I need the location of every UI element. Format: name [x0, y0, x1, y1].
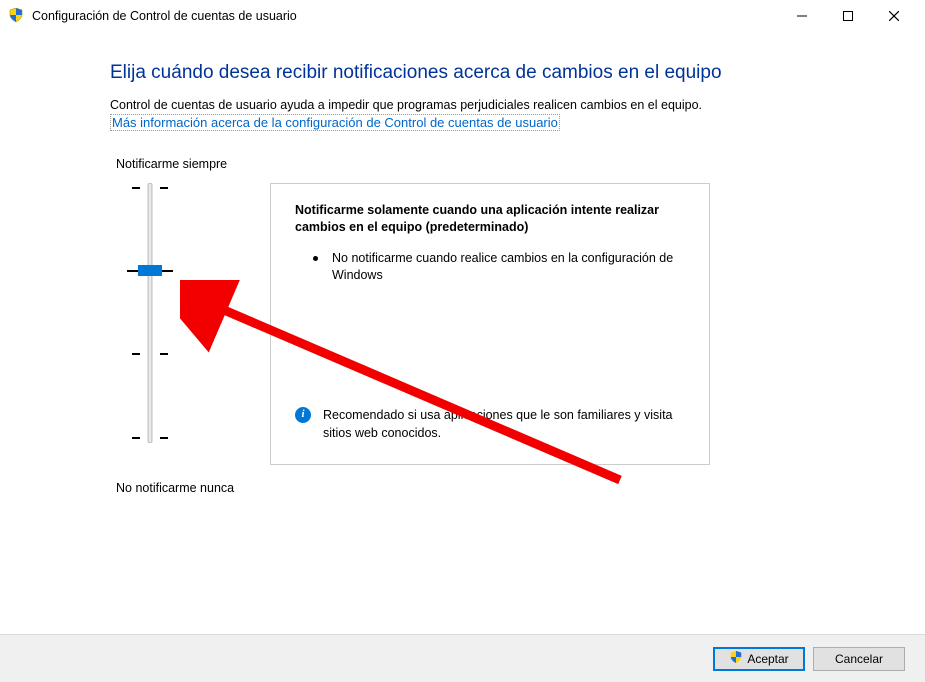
slider-area: Notificarme siempre Notificarme solament…	[110, 157, 835, 495]
cancel-button[interactable]: Cancelar	[813, 647, 905, 671]
uac-shield-icon	[8, 7, 24, 26]
slider-tick	[132, 353, 140, 355]
slider-track	[148, 183, 153, 443]
page-heading: Elija cuándo desea recibir notificacione…	[110, 62, 835, 84]
close-button[interactable]	[871, 1, 917, 31]
bullet-icon	[313, 256, 318, 261]
slider-top-label: Notificarme siempre	[116, 157, 835, 171]
slider-tick	[160, 437, 168, 439]
title-bar: Configuración de Control de cuentas de u…	[0, 0, 925, 32]
cancel-button-label: Cancelar	[835, 652, 883, 666]
slider-thumb[interactable]	[138, 265, 162, 276]
window-title: Configuración de Control de cuentas de u…	[32, 9, 297, 23]
level-bullet-text: No notificarme cuando realice cambios en…	[332, 250, 685, 285]
slider-tick	[160, 353, 168, 355]
slider-bottom-label: No notificarme nunca	[116, 481, 835, 495]
recommendation-text: Recomendado si usa aplicaciones que le s…	[323, 407, 685, 442]
ok-button[interactable]: Aceptar	[713, 647, 805, 671]
recommendation-row: i Recomendado si usa aplicaciones que le…	[295, 407, 685, 442]
more-info-link[interactable]: Más información acerca de la configuraci…	[110, 114, 560, 131]
uac-shield-icon	[729, 650, 743, 667]
minimize-button[interactable]	[779, 1, 825, 31]
ok-button-label: Aceptar	[747, 652, 788, 666]
info-icon: i	[295, 407, 311, 423]
level-title: Notificarme solamente cuando una aplicac…	[295, 202, 685, 236]
slider-tick	[160, 187, 168, 189]
intro-text: Control de cuentas de usuario ayuda a im…	[110, 98, 835, 112]
level-bullet: No notificarme cuando realice cambios en…	[295, 250, 685, 285]
notification-slider[interactable]	[110, 183, 190, 443]
slider-tick	[132, 437, 140, 439]
slider-tick	[132, 187, 140, 189]
level-description-box: Notificarme solamente cuando una aplicac…	[270, 183, 710, 465]
content-area: Elija cuándo desea recibir notificacione…	[0, 32, 925, 505]
dialog-button-bar: Aceptar Cancelar	[0, 634, 925, 682]
maximize-button[interactable]	[825, 1, 871, 31]
slider-tick	[161, 270, 173, 272]
